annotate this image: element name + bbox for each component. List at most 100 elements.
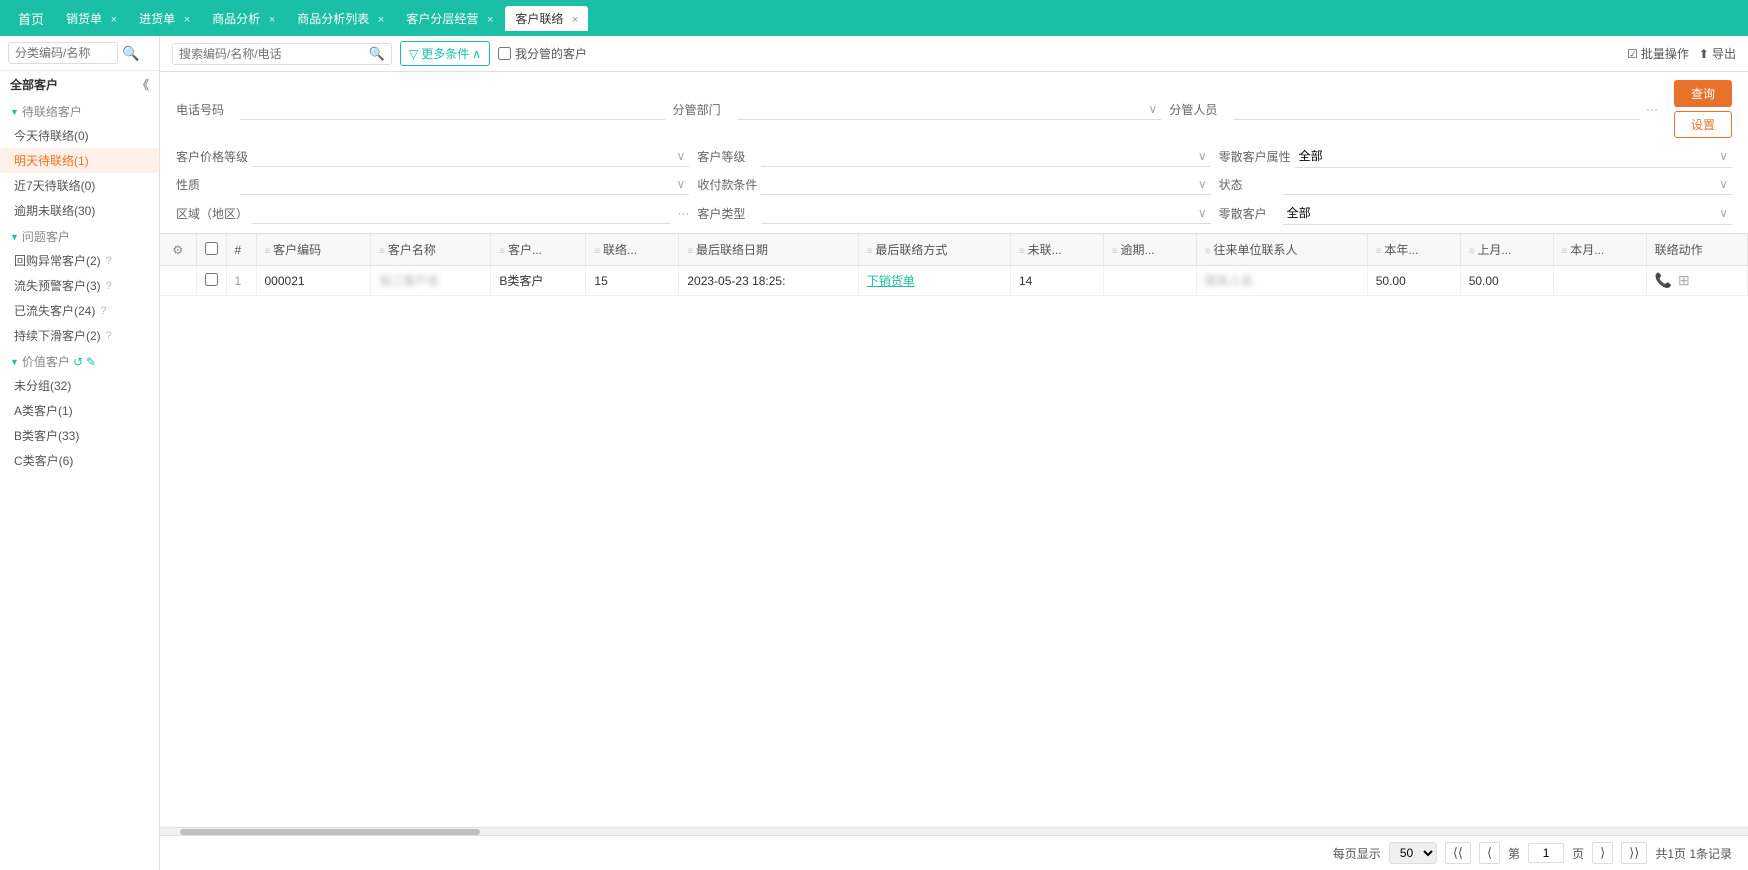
nav-product-analysis-list-close[interactable]: × xyxy=(378,14,384,26)
nav-purchase-order-close[interactable]: × xyxy=(184,14,190,26)
page-size-select[interactable]: 50 xyxy=(1389,842,1437,864)
export-button[interactable]: ⬆ 导出 xyxy=(1699,45,1736,62)
customers-table: ⚙ # 客户编码 客户名称 客户... 联络... 最后联络日期 最后联络方式 … xyxy=(160,234,1748,296)
th-uncontacted[interactable]: 未联... xyxy=(1010,234,1103,266)
select-all-checkbox[interactable] xyxy=(205,242,218,255)
my-customers-checkbox-wrap[interactable]: 我分管的客户 xyxy=(498,45,587,62)
sidebar-value-edit-icon[interactable]: ✎ xyxy=(86,355,96,369)
nav-customer-contact-close[interactable]: × xyxy=(572,14,578,26)
filter-phone-label: 电话号码 xyxy=(176,101,236,118)
sidebar-value-refresh-icon[interactable]: ↺ xyxy=(73,355,83,369)
nav-sales-order-close[interactable]: × xyxy=(111,14,117,26)
filter-dept-label: 分管部门 xyxy=(673,101,733,118)
prev-page-button[interactable]: ⟨ xyxy=(1479,842,1500,864)
sidebar-item-today[interactable]: 今天待联络(0) xyxy=(0,123,159,148)
page-number-input[interactable] xyxy=(1528,843,1564,863)
th-last-contact-method[interactable]: 最后联络方式 xyxy=(858,234,1010,266)
sidebar-item-7days[interactable]: 近7天待联络(0) xyxy=(0,173,159,198)
help-icon-3[interactable]: ? xyxy=(100,305,106,317)
next-page-button[interactable]: ⟩ xyxy=(1592,842,1613,864)
nav-product-analysis[interactable]: 商品分析 × xyxy=(202,6,285,31)
sidebar-group-pending: 待联络客户 xyxy=(0,98,159,123)
total-records: 共1页 1条记录 xyxy=(1655,845,1732,862)
search-input[interactable] xyxy=(179,47,369,61)
nav-customer-tier-close[interactable]: × xyxy=(487,14,493,26)
filter-person-input[interactable] xyxy=(1233,99,1640,120)
sidebar-item-repurchase-abnormal[interactable]: 回购异常客户(2) ? xyxy=(0,248,159,273)
th-code[interactable]: 客户编码 xyxy=(256,234,371,266)
grid-action-icon[interactable]: ⊞ xyxy=(1678,272,1690,289)
contact-method-link[interactable]: 下销货单 xyxy=(867,274,915,288)
query-button[interactable]: 查询 xyxy=(1674,80,1732,107)
th-this-year[interactable]: 本年... xyxy=(1367,234,1460,266)
filter-dept-select[interactable]: ∨ xyxy=(737,99,1162,120)
sidebar-item-unclassified[interactable]: 未分组(32) xyxy=(0,373,159,398)
th-last-month[interactable]: 上月... xyxy=(1460,234,1553,266)
sidebar-item-tomorrow[interactable]: 明天待联络(1) xyxy=(0,148,159,173)
td-this-year: 50.00 xyxy=(1367,266,1460,296)
td-name: 张三客户名 xyxy=(371,266,491,296)
nav-sales-order[interactable]: 销货单 × xyxy=(56,6,127,31)
row-checkbox[interactable] xyxy=(205,273,218,286)
filter-customer-level-select[interactable]: ∨ xyxy=(761,146,1210,167)
last-page-button[interactable]: ⟩⟩ xyxy=(1621,842,1647,864)
more-filter-button[interactable]: ▽ 更多条件 ∧ xyxy=(400,41,490,66)
help-icon-1[interactable]: ? xyxy=(106,255,112,267)
settings-gear-icon[interactable]: ⚙ xyxy=(172,243,183,257)
sidebar-search-input[interactable] xyxy=(8,42,118,64)
th-type[interactable]: 客户... xyxy=(491,234,586,266)
filter-customer-type-select[interactable]: ∨ xyxy=(761,203,1210,224)
scrollbar-thumb[interactable] xyxy=(180,829,480,835)
sidebar-collapse-icon: 《 xyxy=(137,76,149,93)
filter-price-select[interactable]: ∨ xyxy=(252,146,689,167)
th-this-month[interactable]: 本月... xyxy=(1553,234,1646,266)
search-icon[interactable]: 🔍 xyxy=(369,46,385,62)
sidebar-item-churn-warning[interactable]: 流失预警客户(3) ? xyxy=(0,273,159,298)
sidebar-search-icon[interactable]: 🔍 xyxy=(122,45,139,62)
help-icon-4[interactable]: ? xyxy=(106,330,112,342)
th-name[interactable]: 客户名称 xyxy=(371,234,491,266)
sidebar-item-b-class[interactable]: B类客户(33) xyxy=(0,423,159,448)
filter-phone-input[interactable] xyxy=(240,99,665,120)
th-settings[interactable]: ⚙ xyxy=(160,234,196,266)
th-unit-contact[interactable]: 往来单位联系人 xyxy=(1196,234,1367,266)
sidebar-item-overdue[interactable]: 逾期未联络(30) xyxy=(0,198,159,223)
filter-status-select[interactable]: ∨ xyxy=(1283,174,1732,195)
filter-retail-attr-select[interactable]: 全部 ∨ xyxy=(1295,144,1732,168)
th-overdue[interactable]: 逾期... xyxy=(1103,234,1196,266)
sidebar-item-declining[interactable]: 持续下滑客户(2) ? xyxy=(0,323,159,348)
td-unit-contact: 联系人名 xyxy=(1196,266,1367,296)
filter-region-input[interactable] xyxy=(252,203,671,224)
phone-action-icon[interactable]: 📞 xyxy=(1655,272,1672,289)
td-checkbox xyxy=(196,266,226,296)
filter-person: 分管人员 ··· xyxy=(1169,99,1658,120)
filter-customer-type-label: 客户类型 xyxy=(697,205,757,222)
filter-person-dots[interactable]: ··· xyxy=(1646,102,1658,116)
nav-customer-contact[interactable]: 客户联络 × xyxy=(505,6,588,31)
td-settings xyxy=(160,266,196,296)
filter-nature-select[interactable]: ∨ xyxy=(240,174,689,195)
td-type: B类客户 xyxy=(491,266,586,296)
sidebar-item-c-class[interactable]: C类客户(6) xyxy=(0,448,159,473)
nav-product-analysis-list[interactable]: 商品分析列表 × xyxy=(287,6,394,31)
first-page-button[interactable]: ⟨⟨ xyxy=(1445,842,1471,864)
sidebar-item-churned[interactable]: 已流失客户(24) ? xyxy=(0,298,159,323)
sidebar-item-a-class[interactable]: A类客户(1) xyxy=(0,398,159,423)
help-icon-2[interactable]: ? xyxy=(106,280,112,292)
horizontal-scrollbar[interactable] xyxy=(160,827,1748,835)
nav-customer-tier[interactable]: 客户分层经营 × xyxy=(396,6,503,31)
setting-button[interactable]: 设置 xyxy=(1674,111,1732,138)
nav-purchase-order[interactable]: 进货单 × xyxy=(129,6,200,31)
filter-payment-select[interactable]: ∨ xyxy=(761,174,1210,195)
filter-region-dots[interactable]: ··· xyxy=(677,206,689,220)
th-last-contact-date[interactable]: 最后联络日期 xyxy=(679,234,858,266)
nav-product-analysis-close[interactable]: × xyxy=(269,14,275,26)
sidebar-all-customers[interactable]: 全部客户 《 xyxy=(0,71,159,98)
sidebar-search-area: 🔍 xyxy=(0,36,159,71)
th-contacts[interactable]: 联络... xyxy=(586,234,679,266)
nav-home[interactable]: 首页 xyxy=(8,5,54,32)
my-customers-checkbox[interactable] xyxy=(498,47,511,60)
filter-retail-select[interactable]: 全部 ∨ xyxy=(1283,201,1732,225)
batch-operation-button[interactable]: ☑ 批量操作 xyxy=(1627,45,1689,62)
sidebar: 🔍 全部客户 《 待联络客户 今天待联络(0) 明天待联络(1) 近7天待联络(… xyxy=(0,36,160,870)
